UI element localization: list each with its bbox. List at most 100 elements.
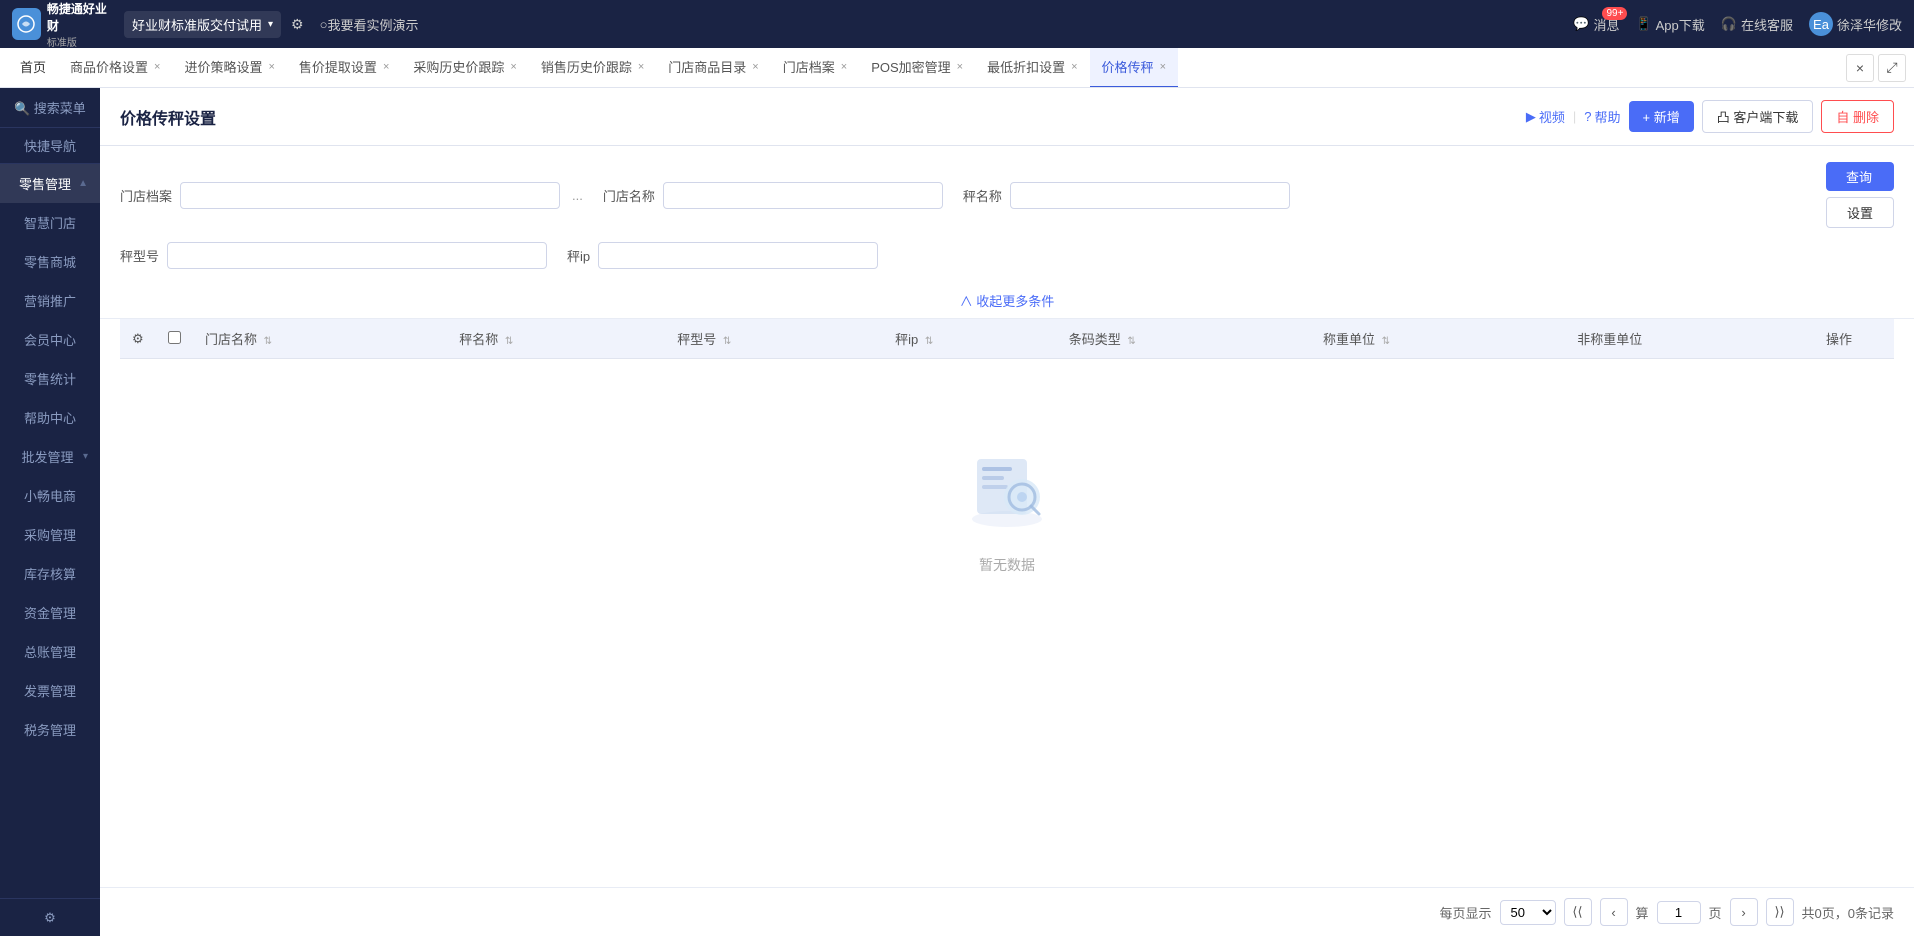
gear-icon: ⚙ <box>44 910 56 925</box>
tab-purchase-strategy[interactable]: 进价策略设置 × <box>172 48 286 88</box>
page-number-input[interactable] <box>1657 901 1701 924</box>
app-download-button[interactable]: 📱 App下载 <box>1635 15 1704 34</box>
per-page-select[interactable]: 50 10 20 100 <box>1500 900 1556 925</box>
tab-min-discount[interactable]: 最低折扣设置 × <box>975 48 1089 88</box>
close-icon[interactable]: × <box>638 61 644 73</box>
sidebar-item-finance[interactable]: 资金管理 <box>0 593 100 632</box>
tab-sale-extract[interactable]: 售价提取设置 × <box>287 48 401 88</box>
version-selector[interactable]: 好业财标准版交付试用 ▾ <box>124 11 281 38</box>
close-icon[interactable]: × <box>1160 61 1166 73</box>
store-file-input[interactable] <box>180 182 560 209</box>
help-icon: ? <box>1584 109 1591 124</box>
tab-store-file[interactable]: 门店档案 × <box>771 48 859 88</box>
sidebar-item-wholesale[interactable]: 批发管理 ▾ <box>0 437 100 476</box>
prev-page-button[interactable]: ‹ <box>1600 898 1628 926</box>
sort-icon[interactable]: ⇅ <box>1382 336 1390 347</box>
top-settings-icon[interactable]: ⚙ <box>287 12 308 37</box>
scale-model-input[interactable] <box>167 242 547 269</box>
filter-row-2: 秤型号 秤ip <box>120 242 1894 269</box>
online-service-icon: 🎧 <box>1721 16 1737 32</box>
sidebar-settings-button[interactable]: ⚙ <box>0 899 100 936</box>
close-icon[interactable]: × <box>383 61 389 73</box>
table-header: ⚙ 门店名称 ⇅ 秤名称 ⇅ <box>120 319 1894 359</box>
download-button[interactable]: 凸 客户端下载 <box>1702 100 1814 133</box>
th-settings[interactable]: ⚙ <box>120 319 156 359</box>
th-ops: 操作 <box>1814 319 1894 359</box>
filter-row-1: 门店档案 ... 门店名称 秤名称 查询 设置 <box>120 162 1894 228</box>
ellipsis-icon[interactable]: ... <box>572 188 583 203</box>
empty-illustration <box>957 439 1057 539</box>
close-icon[interactable]: × <box>1071 61 1077 73</box>
close-icon[interactable]: × <box>957 61 963 73</box>
sidebar-item-invoice[interactable]: 发票管理 <box>0 671 100 710</box>
sidebar-item-retail-mall[interactable]: 零售商城 <box>0 242 100 281</box>
empty-state: 暂无数据 <box>120 359 1894 655</box>
scale-name-input[interactable] <box>1010 182 1290 209</box>
select-all-checkbox[interactable] <box>168 331 181 344</box>
top-right-actions: 💬 消息 99+ 📱 App下载 🎧 在线客服 Ea 徐泽华修改 <box>1573 12 1902 36</box>
sort-icon[interactable]: ⇅ <box>1127 336 1135 347</box>
close-icon[interactable]: × <box>154 61 160 73</box>
sidebar-quick-nav[interactable]: 快捷导航 <box>0 128 100 164</box>
sidebar-item-inventory[interactable]: 库存核算 <box>0 554 100 593</box>
close-icon[interactable]: × <box>841 61 847 73</box>
delete-button[interactable]: 自 删除 <box>1821 100 1894 133</box>
query-button[interactable]: 查询 <box>1826 162 1894 191</box>
store-name-input[interactable] <box>663 182 943 209</box>
tab-sale-history[interactable]: 销售历史价跟踪 × <box>529 48 656 88</box>
sidebar-item-purchase[interactable]: 采购管理 <box>0 515 100 554</box>
video-link[interactable]: ▶ 视频 <box>1526 107 1565 126</box>
close-tab-button[interactable]: × <box>1846 54 1874 82</box>
close-icon[interactable]: × <box>268 61 274 73</box>
total-info: 共0页，0条记录 <box>1802 903 1894 922</box>
sidebar-item-help[interactable]: 帮助中心 <box>0 398 100 437</box>
divider: | <box>1573 109 1576 124</box>
sidebar-item-retail-stat[interactable]: 零售统计 <box>0 359 100 398</box>
message-button[interactable]: 💬 消息 99+ <box>1573 15 1619 34</box>
online-service-button[interactable]: 🎧 在线客服 <box>1721 15 1793 34</box>
add-button[interactable]: + 新增 <box>1629 101 1694 132</box>
sort-icon[interactable]: ⇅ <box>925 336 933 347</box>
tab-pos-encrypt[interactable]: POS加密管理 × <box>859 48 975 88</box>
prev-page-icon: ‹ <box>1611 905 1615 920</box>
tab-product-price[interactable]: 商品价格设置 × <box>58 48 172 88</box>
sort-icon[interactable]: ⇅ <box>505 336 513 347</box>
sidebar-item-smart-store[interactable]: 智慧门店 <box>0 203 100 242</box>
filter-scale-ip: 秤ip <box>567 242 878 269</box>
demo-link[interactable]: ○ 我要看实例演示 <box>320 15 419 34</box>
th-scale-ip: 秤ip ⇅ <box>883 319 1057 359</box>
th-weight-unit: 称重单位 ⇅ <box>1311 319 1565 359</box>
next-page-button[interactable]: › <box>1730 898 1758 926</box>
page-word: 算 <box>1636 903 1649 922</box>
logo-icon <box>12 8 41 40</box>
filter-store-name: 门店名称 <box>603 182 943 209</box>
help-link[interactable]: ? 帮助 <box>1584 107 1620 126</box>
tab-home[interactable]: 首页 <box>8 48 58 88</box>
sort-icon[interactable]: ⇅ <box>264 336 272 347</box>
tab-purchase-history[interactable]: 采购历史价跟踪 × <box>401 48 528 88</box>
sidebar-item-marketing[interactable]: 营销推广 <box>0 281 100 320</box>
user-profile[interactable]: Ea 徐泽华修改 <box>1809 12 1902 36</box>
maximize-tab-button[interactable]: ⤢ <box>1878 54 1906 82</box>
tab-store-catalog[interactable]: 门店商品目录 × <box>656 48 770 88</box>
settings-icon[interactable]: ⚙ <box>132 331 144 346</box>
chevron-down-icon: ▾ <box>83 451 88 462</box>
sidebar-item-ledger[interactable]: 总账管理 <box>0 632 100 671</box>
message-icon: 💬 <box>1573 16 1589 32</box>
tab-price-scale[interactable]: 价格传秤 × <box>1090 48 1178 88</box>
sidebar-search[interactable]: 🔍 搜索菜单 <box>0 88 100 128</box>
sidebar-item-member[interactable]: 会员中心 <box>0 320 100 359</box>
close-icon[interactable]: × <box>510 61 516 73</box>
last-page-button[interactable]: ⟩⟩ <box>1766 898 1794 926</box>
sidebar-item-mini-ecom[interactable]: 小畅电商 <box>0 476 100 515</box>
tabs-bar: 首页 商品价格设置 × 进价策略设置 × 售价提取设置 × 采购历史价跟踪 × … <box>0 48 1914 88</box>
first-page-button[interactable]: ⟨⟨ <box>1564 898 1592 926</box>
collapse-more-button[interactable]: ∧ 收起更多条件 <box>120 283 1894 318</box>
settings-button[interactable]: 设置 <box>1826 197 1894 228</box>
pagination-bar: 每页显示 50 10 20 100 ⟨⟨ ‹ 算 页 › ⟩⟩ 共0页，0条记录 <box>100 887 1914 936</box>
sort-icon[interactable]: ⇅ <box>723 336 731 347</box>
scale-ip-input[interactable] <box>598 242 878 269</box>
sidebar-item-tax[interactable]: 税务管理 <box>0 710 100 749</box>
sidebar-item-retail[interactable]: 零售管理 ▲ <box>0 164 100 203</box>
close-icon[interactable]: × <box>752 61 758 73</box>
